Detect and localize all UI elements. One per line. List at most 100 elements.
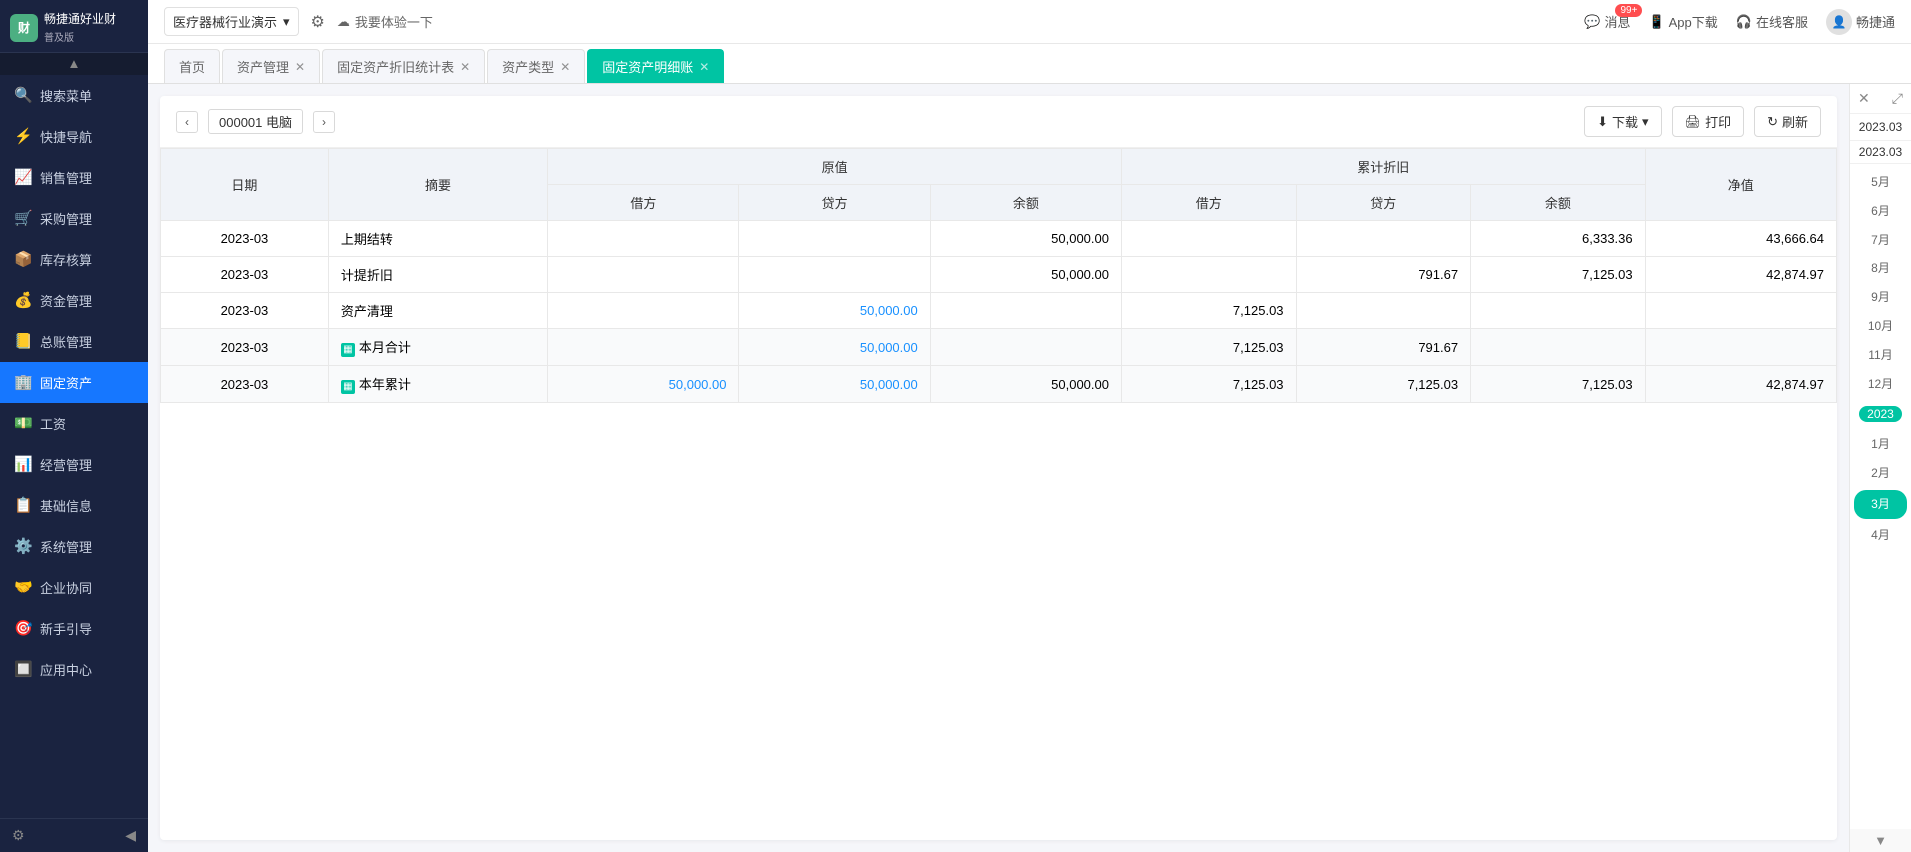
prev-asset-btn[interactable]: ‹ <box>176 111 198 133</box>
sidebar-item-fixed-assets[interactable]: 🏢固定资产 <box>0 362 148 403</box>
tab-asset-mgmt[interactable]: 资产管理✕ <box>222 49 320 83</box>
timeline-month-11月[interactable]: 11月 <box>1850 341 1911 370</box>
sidebar-item-newbie[interactable]: 🎯新手引导 <box>0 608 148 649</box>
th-net-value: 净值 <box>1645 149 1836 221</box>
cell-accum-balance <box>1471 329 1646 366</box>
cell-accum-credit: 791.67 <box>1296 329 1471 366</box>
timeline-expand-btn[interactable]: ⤢ <box>1892 90 1903 107</box>
table-row: 2023-03 ▦本月合计 50,000.00 7,125.03 791.67 <box>161 329 1837 366</box>
timeline-month-7月[interactable]: 7月 <box>1850 226 1911 255</box>
detail-table: 日期 摘要 原值 累计折旧 净值 借方 贷方 余额 借方 贷方 余额 <box>160 148 1837 403</box>
app-logo: 财 畅捷通好业财 普及版 <box>0 0 148 53</box>
timeline-close-btn[interactable]: ✕ <box>1858 90 1870 107</box>
timeline-month-3月[interactable]: 3月 <box>1854 490 1907 519</box>
nav-icon-newbie: 🎯 <box>14 619 32 637</box>
cell-summary: 计提折旧 <box>328 257 547 293</box>
nav-label-ledger: 总账管理 <box>40 332 92 351</box>
cell-accum-balance: 7,125.03 <box>1471 366 1646 403</box>
nav-label-purchase: 采购管理 <box>40 209 92 228</box>
company-selector[interactable]: 医疗器械行业演示 ▾ <box>164 7 299 36</box>
sidebar-item-ops[interactable]: 📊经营管理 <box>0 444 148 485</box>
download-label: 下载 <box>1612 112 1638 131</box>
download-icon: ⬇ <box>1597 114 1608 130</box>
cell-net-value: 42,874.97 <box>1645 257 1836 293</box>
nav-icon-apps: 🔲 <box>14 660 32 678</box>
sidebar-item-system[interactable]: ⚙️系统管理 <box>0 526 148 567</box>
th-orig-credit: 贷方 <box>739 185 930 221</box>
tab-close-asset-type[interactable]: ✕ <box>560 60 570 74</box>
nav-icon-quick-nav: ⚡ <box>14 127 32 145</box>
cell-orig-debit: 50,000.00 <box>548 366 739 403</box>
sidebar-item-collab[interactable]: 🤝企业协同 <box>0 567 148 608</box>
timeline-month-2月[interactable]: 2月 <box>1850 459 1911 488</box>
th-accum-credit: 贷方 <box>1296 185 1471 221</box>
refresh-icon: ↻ <box>1767 114 1778 130</box>
timeline-month-9月[interactable]: 9月 <box>1850 283 1911 312</box>
customer-service-btn[interactable]: 🎧 在线客服 <box>1736 12 1808 31</box>
cell-summary: 上期结转 <box>328 221 547 257</box>
nav-label-sales: 销售管理 <box>40 168 92 187</box>
sidebar-item-payroll[interactable]: 💵工资 <box>0 403 148 444</box>
sidebar-item-purchase[interactable]: 🛒采购管理 <box>0 198 148 239</box>
refresh-btn[interactable]: ↻ 刷新 <box>1754 106 1821 137</box>
sidebar-item-finance[interactable]: 💰资金管理 <box>0 280 148 321</box>
sidebar-item-inventory[interactable]: 📦库存核算 <box>0 239 148 280</box>
experience-btn[interactable]: ☁ 我要体验一下 <box>337 12 433 31</box>
timeline-month-6月[interactable]: 6月 <box>1850 197 1911 226</box>
cell-accum-credit: 791.67 <box>1296 257 1471 293</box>
cell-date: 2023-03 <box>161 366 329 403</box>
timeline-month-8月[interactable]: 8月 <box>1850 254 1911 283</box>
nav-label-basic-info: 基础信息 <box>40 496 92 515</box>
cell-orig-debit <box>548 329 739 366</box>
user-btn[interactable]: 👤 畅捷通 <box>1826 9 1895 35</box>
collapse-icon[interactable]: ◀ <box>125 827 136 844</box>
print-btn[interactable]: 🖨 打印 <box>1672 106 1745 137</box>
cell-orig-balance: 50,000.00 <box>930 257 1121 293</box>
nav-icon-inventory: 📦 <box>14 250 32 268</box>
tab-close-fixed-asset-detail[interactable]: ✕ <box>699 60 709 74</box>
timeline-month-12月[interactable]: 12月 <box>1850 370 1911 399</box>
nav-icon-ledger: 📒 <box>14 332 32 350</box>
timeline-year-top: 2023.03 <box>1850 114 1911 141</box>
table-row: 2023-03 ▦本年累计 50,000.00 50,000.00 50,000… <box>161 366 1837 403</box>
print-label: 打印 <box>1705 112 1731 131</box>
sidebar-item-apps[interactable]: 🔲应用中心 <box>0 649 148 690</box>
topbar: 医疗器械行业演示 ▾ ⚙ ☁ 我要体验一下 💬 消息 99+ 📱 App下载 🎧… <box>148 0 1911 44</box>
messages-btn[interactable]: 💬 消息 99+ <box>1584 12 1630 31</box>
next-asset-btn[interactable]: › <box>313 111 335 133</box>
app-download-btn[interactable]: 📱 App下载 <box>1648 12 1717 31</box>
sidebar-item-search[interactable]: 🔍搜索菜单 <box>0 75 148 116</box>
tab-home[interactable]: 首页 <box>164 49 220 83</box>
cell-accum-debit: 7,125.03 <box>1121 329 1296 366</box>
timeline-year[interactable]: 2023 <box>1850 398 1911 430</box>
topbar-settings-btn[interactable]: ⚙ <box>311 12 325 32</box>
th-orig-balance: 余额 <box>930 185 1121 221</box>
sidebar-item-ledger[interactable]: 📒 总账管理 <box>0 321 148 362</box>
cell-accum-balance <box>1471 293 1646 329</box>
sidebar-item-sales[interactable]: 📈销售管理 <box>0 157 148 198</box>
cell-orig-debit <box>548 257 739 293</box>
sidebar-item-basic-info[interactable]: 📋基础信息 <box>0 485 148 526</box>
nav-label-collab: 企业协同 <box>40 578 92 597</box>
timeline-month-5月[interactable]: 5月 <box>1850 168 1911 197</box>
settings-icon[interactable]: ⚙ <box>12 827 25 844</box>
nav-label-ops: 经营管理 <box>40 455 92 474</box>
tab-fixed-asset-depreciation[interactable]: 固定资产折旧统计表✕ <box>322 49 485 83</box>
tab-fixed-asset-detail[interactable]: 固定资产明细账✕ <box>587 49 724 83</box>
tab-close-asset-mgmt[interactable]: ✕ <box>295 60 305 74</box>
timeline-month-4月[interactable]: 4月 <box>1850 521 1911 550</box>
tab-close-fixed-asset-depreciation[interactable]: ✕ <box>460 60 470 74</box>
tabs-bar: 首页资产管理✕固定资产折旧统计表✕资产类型✕固定资产明细账✕ <box>148 44 1911 84</box>
timeline-scroll-down[interactable]: ▼ <box>1850 829 1911 852</box>
cell-orig-credit: 50,000.00 <box>739 293 930 329</box>
cell-net-value: 42,874.97 <box>1645 366 1836 403</box>
sidebar-scroll-up[interactable]: ▲ <box>0 53 148 75</box>
sidebar-item-quick-nav[interactable]: ⚡快捷导航 <box>0 116 148 157</box>
tab-asset-type[interactable]: 资产类型✕ <box>487 49 585 83</box>
timeline-month-1月[interactable]: 1月 <box>1850 430 1911 459</box>
tab-label-home: 首页 <box>179 57 205 76</box>
timeline-month-10月[interactable]: 10月 <box>1850 312 1911 341</box>
download-btn[interactable]: ⬇ 下载 ▾ <box>1584 106 1661 137</box>
cell-orig-debit <box>548 221 739 257</box>
user-name: 畅捷通 <box>1856 12 1895 31</box>
